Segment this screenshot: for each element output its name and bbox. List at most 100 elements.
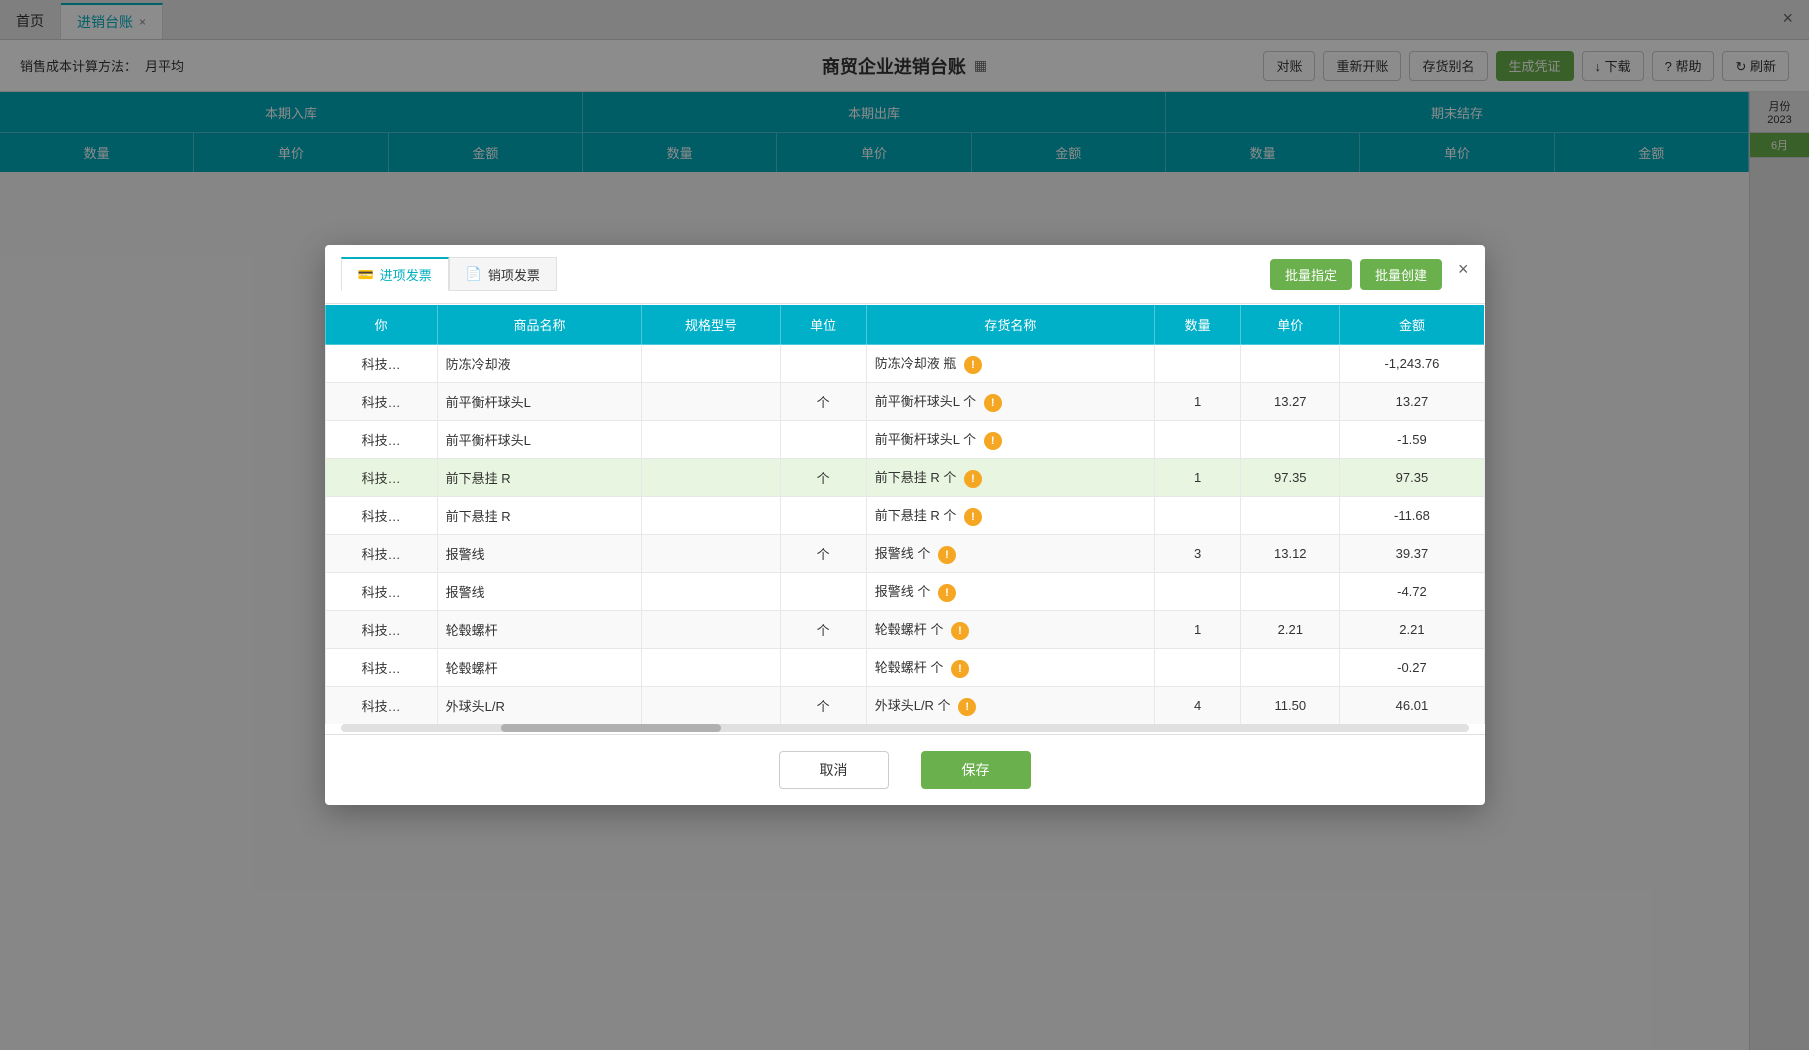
cell-inventory: 轮毂螺杆 个 ! [866,649,1154,687]
cell-inventory: 前平衡杆球头L 个 ! [866,421,1154,459]
col-product-name: 商品名称 [437,305,642,345]
tab-input-invoice[interactable]: 💳 进项发票 [341,257,449,291]
cell-price [1241,649,1340,687]
alert-icon: ! [938,584,956,602]
cell-qty: 1 [1155,459,1241,497]
cell-company: 科技… [325,535,437,573]
cell-qty: 1 [1155,383,1241,421]
table-row: 科技… 报警线 个 报警线 个 ! 3 13.12 39.37 [325,535,1484,573]
batch-assign-button[interactable]: 批量指定 [1270,259,1352,290]
cell-unit: 个 [780,535,866,573]
cell-spec [642,383,780,421]
table-head: 你 商品名称 规格型号 单位 存货名称 数量 单价 金额 [325,305,1484,345]
cell-qty: 4 [1155,687,1241,725]
cell-amount: 2.21 [1340,611,1484,649]
cell-amount: -11.68 [1340,497,1484,535]
cancel-button[interactable]: 取消 [779,751,889,789]
cell-price [1241,573,1340,611]
cell-qty [1155,497,1241,535]
table-body: 科技… 防冻冷却液 防冻冷却液 瓶 ! -1,243.76 科技… 前平衡杆球头… [325,345,1484,725]
table-row: 科技… 前平衡杆球头L 个 前平衡杆球头L 个 ! 1 13.27 13.27 [325,383,1484,421]
cell-price: 11.50 [1241,687,1340,725]
cell-inventory: 报警线 个 ! [866,535,1154,573]
tab-output-invoice[interactable]: 📄 销项发票 [449,257,557,291]
table-row: 科技… 前下悬挂 R 前下悬挂 R 个 ! -11.68 [325,497,1484,535]
col-spec: 规格型号 [642,305,780,345]
cell-unit [780,345,866,383]
cell-price [1241,421,1340,459]
table-row: 科技… 前下悬挂 R 个 前下悬挂 R 个 ! 1 97.35 97.35 [325,459,1484,497]
cell-amount: 13.27 [1340,383,1484,421]
cell-company: 科技… [325,421,437,459]
col-inventory-name: 存货名称 [866,305,1154,345]
cell-qty [1155,345,1241,383]
cell-inventory: 防冻冷却液 瓶 ! [866,345,1154,383]
alert-icon: ! [951,660,969,678]
modal-close-button[interactable]: × [1458,259,1469,290]
cell-qty [1155,573,1241,611]
cell-qty [1155,421,1241,459]
cell-product: 前下悬挂 R [437,459,642,497]
cell-company: 科技… [325,649,437,687]
cell-product: 报警线 [437,535,642,573]
alert-icon: ! [958,698,976,716]
modal-header-right: 批量指定 批量创建 × [1270,259,1469,290]
cell-unit: 个 [780,459,866,497]
cell-unit [780,649,866,687]
save-button[interactable]: 保存 [921,751,1031,789]
cell-product: 前平衡杆球头L [437,421,642,459]
cell-product: 前平衡杆球头L [437,383,642,421]
cell-qty: 3 [1155,535,1241,573]
cell-spec [642,345,780,383]
cell-spec [642,687,780,725]
cell-unit [780,421,866,459]
cell-product: 防冻冷却液 [437,345,642,383]
table-row: 科技… 前平衡杆球头L 前平衡杆球头L 个 ! -1.59 [325,421,1484,459]
modal-tabs: 💳 进项发票 📄 销项发票 [341,257,557,291]
cell-product: 轮毂螺杆 [437,649,642,687]
cell-price: 13.27 [1241,383,1340,421]
cell-spec [642,497,780,535]
alert-icon: ! [964,508,982,526]
horizontal-scrollbar[interactable] [341,724,1469,732]
cell-amount: -1,243.76 [1340,345,1484,383]
cell-company: 科技… [325,383,437,421]
cell-spec [642,459,780,497]
cell-price [1241,345,1340,383]
cell-product: 报警线 [437,573,642,611]
modal-body: 你 商品名称 规格型号 单位 存货名称 数量 单价 金额 科技… 防冻冷却液 [325,304,1485,734]
cell-spec [642,611,780,649]
cell-product: 前下悬挂 R [437,497,642,535]
batch-create-button[interactable]: 批量创建 [1360,259,1442,290]
col-company: 你 [325,305,437,345]
cell-unit [780,573,866,611]
cell-price: 97.35 [1241,459,1340,497]
cell-qty: 1 [1155,611,1241,649]
alert-icon: ! [938,546,956,564]
alert-icon: ! [984,432,1002,450]
modal-footer: 取消 保存 [325,734,1485,805]
output-invoice-icon: 📄 [466,266,482,282]
cell-product: 外球头L/R [437,687,642,725]
cell-company: 科技… [325,497,437,535]
table-row: 科技… 外球头L/R 个 外球头L/R 个 ! 4 11.50 46.01 [325,687,1484,725]
cell-amount: -4.72 [1340,573,1484,611]
table-row: 科技… 报警线 报警线 个 ! -4.72 [325,573,1484,611]
cell-spec [642,421,780,459]
cell-qty [1155,649,1241,687]
table-row: 科技… 轮毂螺杆 个 轮毂螺杆 个 ! 1 2.21 2.21 [325,611,1484,649]
input-invoice-icon: 💳 [358,267,374,283]
cell-unit: 个 [780,383,866,421]
cell-amount: -1.59 [1340,421,1484,459]
cell-inventory: 前下悬挂 R 个 ! [866,459,1154,497]
cell-inventory: 轮毂螺杆 个 ! [866,611,1154,649]
col-unit: 单位 [780,305,866,345]
alert-icon: ! [984,394,1002,412]
table-scroll-area[interactable]: 你 商品名称 规格型号 单位 存货名称 数量 单价 金额 科技… 防冻冷却液 [325,304,1485,724]
col-qty: 数量 [1155,305,1241,345]
cell-inventory: 前平衡杆球头L 个 ! [866,383,1154,421]
cell-spec [642,649,780,687]
cell-spec [642,573,780,611]
cell-spec [642,535,780,573]
modal-header: 💳 进项发票 📄 销项发票 批量指定 批量创建 × [325,245,1485,304]
